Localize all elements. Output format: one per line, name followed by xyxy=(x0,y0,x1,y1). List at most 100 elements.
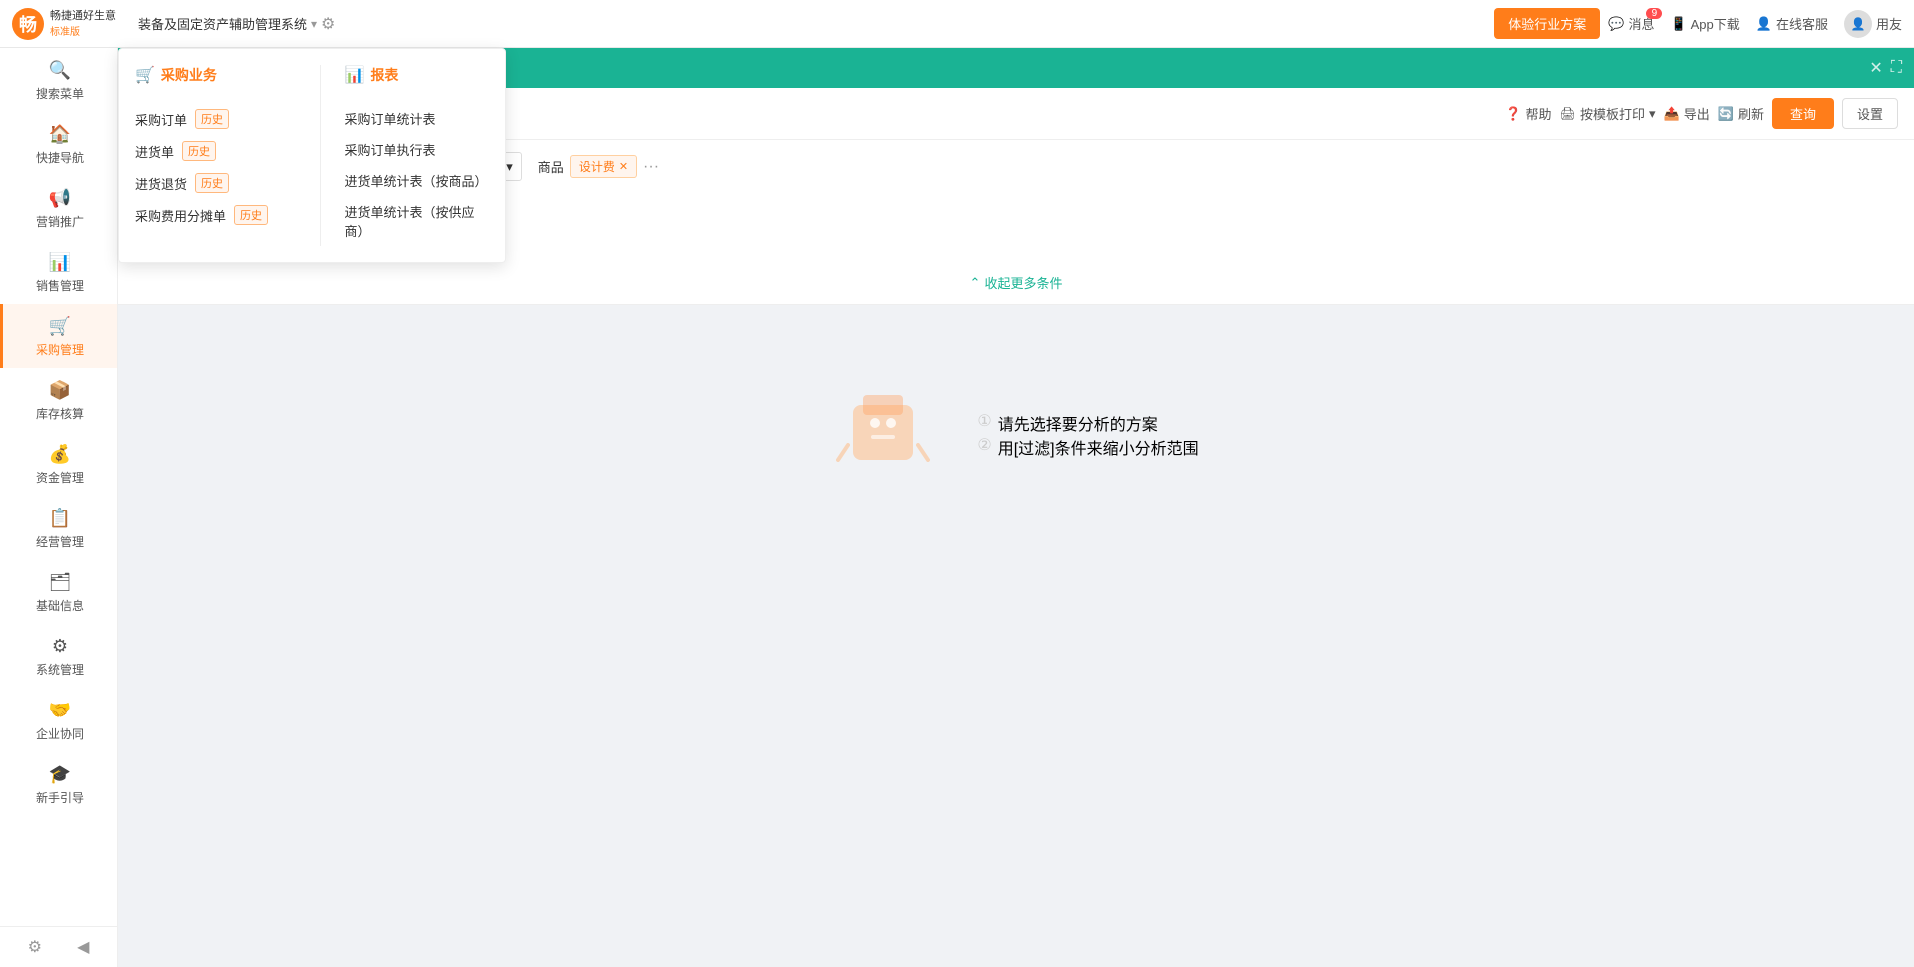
sidebar-item-inventory[interactable]: 📦 库存核算 xyxy=(0,368,117,432)
sidebar-item-enterprise[interactable]: 🤝 企业协同 xyxy=(0,688,117,752)
sidebar-item-marketing[interactable]: 📢 营销推广 xyxy=(0,176,117,240)
logo-area: 畅 畅捷通好生意 标准版 xyxy=(12,8,130,40)
product-tag[interactable]: 设计费 ✕ xyxy=(570,155,637,178)
operation-icon: 📋 xyxy=(49,508,71,529)
main-layout: 🔍 搜索菜单 🏠 快捷导航 📢 营销推广 📊 销售管理 🛒 采购管理 📦 库存核… xyxy=(0,48,1914,967)
sidebar-label-newbie: 新手引导 xyxy=(36,789,84,806)
purchase-section-icon: 🛒 xyxy=(135,65,155,85)
sales-icon: 📊 xyxy=(49,252,71,273)
dropdown-item-inbound-supplier[interactable]: 进货单统计表（按供应商） xyxy=(345,196,490,246)
logo-icon: 畅 xyxy=(12,8,44,40)
title-dropdown-icon[interactable]: ▾ xyxy=(311,17,317,31)
print-label: 按模板打印 xyxy=(1580,104,1645,123)
toolbar-right: ❓ 帮助 🖨 按模板打印 ▾ 📤 导出 🔄 刷新 xyxy=(1505,98,1898,129)
message-btn[interactable]: 💬 消息 9 xyxy=(1608,14,1654,33)
order-exec-label: 采购订单执行表 xyxy=(345,140,436,159)
sidebar-item-newbie[interactable]: 🎓 新手引导 xyxy=(0,752,117,816)
collapse-btn[interactable]: ⌃ 收起更多条件 xyxy=(970,273,1063,292)
export-icon: 📤 xyxy=(1664,106,1680,122)
refresh-icon: 🔄 xyxy=(1718,106,1734,122)
settings-icon[interactable]: ⚙ xyxy=(321,14,335,34)
message-badge: 9 xyxy=(1646,8,1662,19)
title-area: 装备及固定资产辅助管理系统 ▾ ⚙ xyxy=(138,14,1486,34)
export-label: 导出 xyxy=(1684,104,1710,123)
dropdown-item-return[interactable]: 进货退货 历史 xyxy=(135,167,280,199)
sidebar-item-operation[interactable]: 📋 经营管理 xyxy=(0,496,117,560)
app-download-btn[interactable]: 📱 App下载 xyxy=(1670,14,1739,33)
tabs-actions: ✕ ⛶ xyxy=(1869,58,1914,78)
settings-btn[interactable]: 设置 xyxy=(1842,98,1898,129)
sidebar-settings-btn[interactable]: ⚙ xyxy=(28,937,42,957)
expense-label: 采购费用分摊单 xyxy=(135,206,226,225)
tab-close-btn[interactable]: ✕ xyxy=(1869,58,1882,78)
empty-tip1-text: 请先选择要分析的方案 xyxy=(998,411,1158,435)
dropdown-item-inbound-product[interactable]: 进货单统计表（按商品） xyxy=(345,165,490,196)
sidebar-item-system[interactable]: ⚙ 系统管理 xyxy=(0,624,117,688)
online-service-label: 在线客服 xyxy=(1776,14,1828,33)
sidebar-label-operation: 经营管理 xyxy=(36,533,84,550)
product-tag-close[interactable]: ✕ xyxy=(619,160,628,173)
sidebar-collapse-btn[interactable]: ◀ xyxy=(77,937,89,957)
empty-state: ① 请先选择要分析的方案 ② 用[过滤]条件来缩小分析范围 xyxy=(118,305,1914,565)
user-area[interactable]: 👤 用友 xyxy=(1844,10,1902,38)
sidebar-item-purchase[interactable]: 🛒 采购管理 xyxy=(0,304,117,368)
dropdown-item-purchase-order[interactable]: 采购订单 历史 xyxy=(135,103,280,135)
sidebar-label-system: 系统管理 xyxy=(36,661,84,678)
refresh-btn[interactable]: 🔄 刷新 xyxy=(1718,104,1764,123)
tab-expand-btn[interactable]: ⛶ xyxy=(1891,59,1902,77)
dropdown-section-purchase-title: 🛒 采购业务 xyxy=(135,65,280,91)
sidebar-item-quick-nav[interactable]: 🏠 快捷导航 xyxy=(0,112,117,176)
purchase-icon: 🛒 xyxy=(49,316,71,337)
dropdown-section-purchase: 🛒 采购业务 采购订单 历史 进货单 历史 进货退货 历史 采购费用分摊单 xyxy=(135,65,280,246)
product-label: 商品 xyxy=(538,157,564,176)
return-history: 历史 xyxy=(195,173,229,193)
order-stats-label: 采购订单统计表 xyxy=(345,109,436,128)
sidebar-item-basic-info[interactable]: 🗂 基础信息 xyxy=(0,560,117,624)
help-btn[interactable]: ❓ 帮助 xyxy=(1505,104,1551,123)
brand-name: 畅捷通好生意 xyxy=(50,9,116,23)
sidebar-label-sales: 销售管理 xyxy=(36,277,84,294)
filter-product: 商品 设计费 ✕ ··· xyxy=(538,155,659,178)
dropdown-item-order-exec[interactable]: 采购订单执行表 xyxy=(345,134,490,165)
phone-icon: 📱 xyxy=(1670,16,1686,32)
sidebar-item-search[interactable]: 🔍 搜索菜单 xyxy=(0,48,117,112)
collapse-row: ⌃ 收起更多条件 xyxy=(134,269,1898,292)
sidebar-label-basic-info: 基础信息 xyxy=(36,597,84,614)
query-btn[interactable]: 查询 xyxy=(1772,98,1834,129)
sidebar-label-inventory: 库存核算 xyxy=(36,405,84,422)
dropdown-item-expense[interactable]: 采购费用分摊单 历史 xyxy=(135,199,280,231)
expense-history: 历史 xyxy=(234,205,268,225)
export-btn[interactable]: 📤 导出 xyxy=(1664,104,1710,123)
system-title: 装备及固定资产辅助管理系统 xyxy=(138,14,307,33)
basic-info-icon: 🗂 xyxy=(49,572,72,593)
sidebar-bottom: ⚙ ◀ xyxy=(0,926,117,967)
app-download-label: App下载 xyxy=(1691,14,1740,33)
top-bar: 畅 畅捷通好生意 标准版 装备及固定资产辅助管理系统 ▾ ⚙ 体验行业方案 💬 … xyxy=(0,0,1914,48)
report-section-icon: 📊 xyxy=(345,65,365,85)
online-service-btn[interactable]: 👤 在线客服 xyxy=(1756,14,1828,33)
inbound-supplier-label: 进货单统计表（按供应商） xyxy=(345,202,490,240)
inbound-product-label: 进货单统计表（按商品） xyxy=(345,171,488,190)
sidebar: 🔍 搜索菜单 🏠 快捷导航 📢 营销推广 📊 销售管理 🛒 采购管理 📦 库存核… xyxy=(0,48,118,967)
sidebar-item-sales[interactable]: 📊 销售管理 xyxy=(0,240,117,304)
sidebar-label-enterprise: 企业协同 xyxy=(36,725,84,742)
marketing-icon: 📢 xyxy=(49,188,71,209)
print-icon: 🖨 xyxy=(1560,106,1577,122)
collapse-label: 收起更多条件 xyxy=(984,273,1062,292)
help-icon: ❓ xyxy=(1505,106,1521,122)
dropdown-item-order-stats[interactable]: 采购订单统计表 xyxy=(345,103,490,134)
top-right: 💬 消息 9 📱 App下载 👤 在线客服 👤 用友 xyxy=(1608,10,1902,38)
enterprise-icon: 🤝 xyxy=(49,700,71,721)
industry-btn[interactable]: 体验行业方案 xyxy=(1494,8,1600,39)
sidebar-item-finance[interactable]: 💰 资金管理 xyxy=(0,432,117,496)
empty-svg xyxy=(833,385,953,485)
empty-tip2: ② 用[过滤]条件来缩小分析范围 xyxy=(977,435,1198,459)
finance-icon: 💰 xyxy=(49,444,71,465)
inventory-icon: 📦 xyxy=(49,380,71,401)
print-btn[interactable]: 🖨 按模板打印 ▾ xyxy=(1560,104,1656,123)
user-name: 用友 xyxy=(1876,14,1902,33)
product-more-btn[interactable]: ··· xyxy=(643,158,659,176)
dropdown-item-inbound[interactable]: 进货单 历史 xyxy=(135,135,280,167)
purchase-dropdown: 🛒 采购业务 采购订单 历史 进货单 历史 进货退货 历史 采购费用分摊单 xyxy=(118,48,506,263)
service-icon: 👤 xyxy=(1756,16,1772,32)
